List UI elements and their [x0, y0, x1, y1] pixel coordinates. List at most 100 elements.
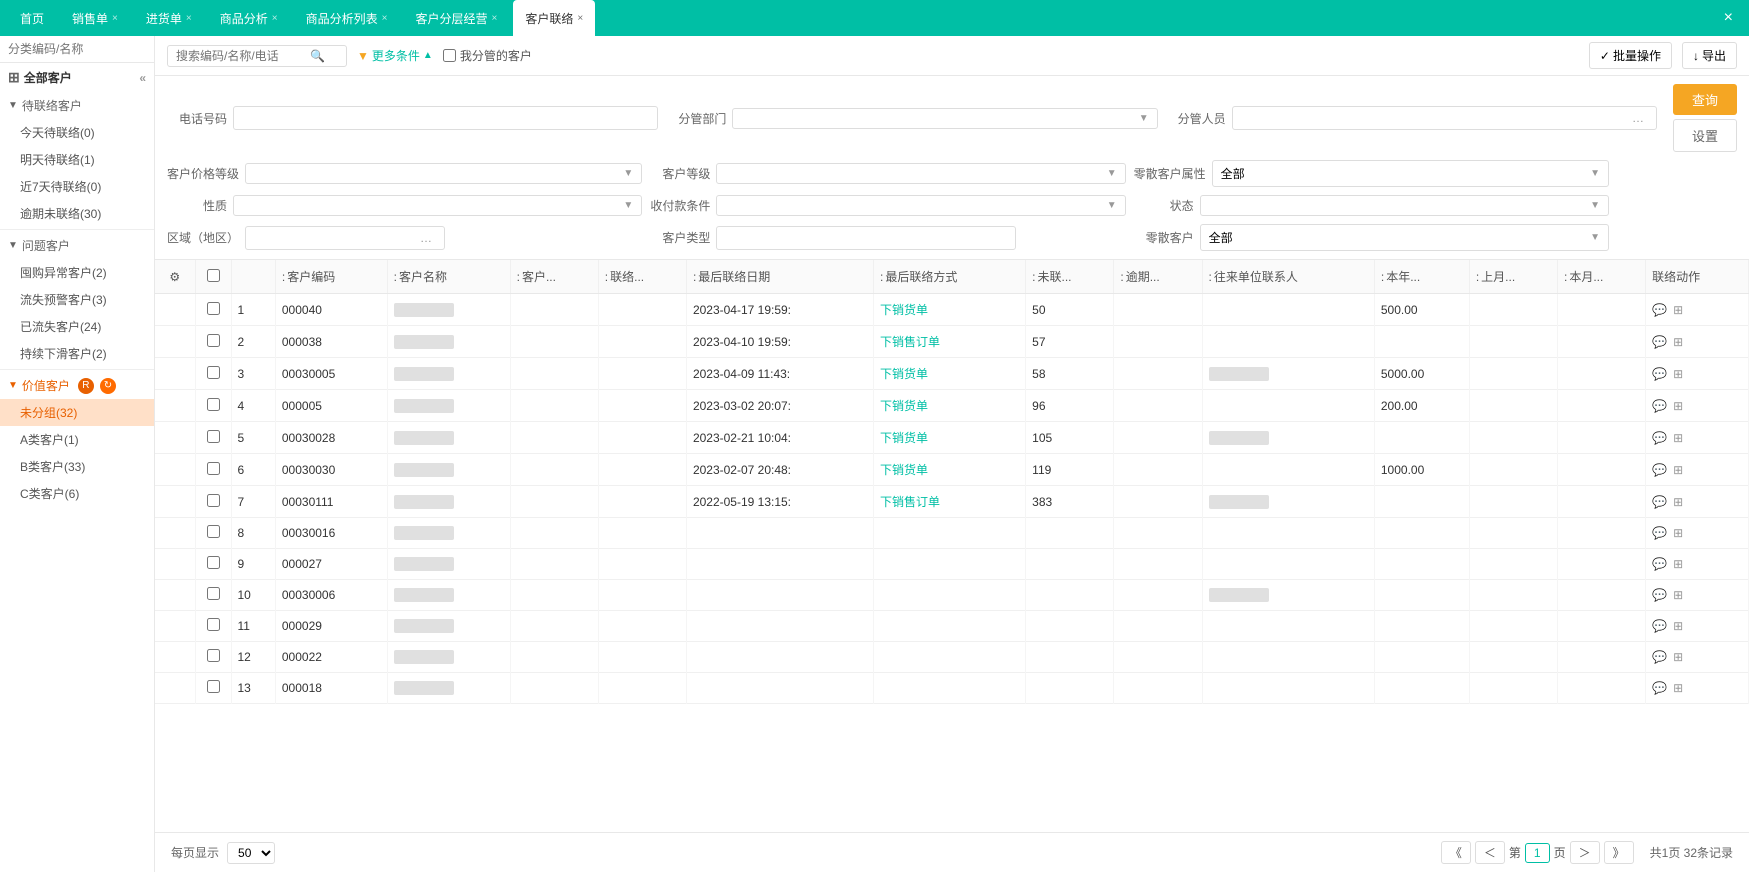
- sidebar-item-churn-warning[interactable]: 流失预警客户(3): [0, 286, 154, 313]
- sidebar-item-today[interactable]: 今天待联络(0): [0, 119, 154, 146]
- sidebar-group-value[interactable]: ▼ 价值客户 R ↻: [0, 372, 154, 399]
- chat-action-icon[interactable]: 💬: [1652, 303, 1667, 317]
- scattered-select[interactable]: 全部 ▼: [1200, 224, 1609, 251]
- filter-search-icon[interactable]: 🔍: [310, 49, 325, 63]
- col-last-contact-date[interactable]: :最后联络日期: [686, 260, 873, 294]
- sidebar-item-tomorrow[interactable]: 明天待联络(1): [0, 146, 154, 173]
- grid-action-icon[interactable]: ⊞: [1673, 335, 1683, 349]
- sidebar-item-overdue[interactable]: 逾期未联络(30): [0, 200, 154, 227]
- tab-customer-contact[interactable]: 客户联络 ×: [513, 0, 595, 36]
- more-filter-btn[interactable]: ▼ 更多条件 ▲: [357, 47, 433, 64]
- chat-action-icon[interactable]: 💬: [1652, 463, 1667, 477]
- col-contact[interactable]: :联络...: [598, 260, 686, 294]
- bulk-operation-button[interactable]: ✓ 批量操作: [1589, 42, 1672, 69]
- col-last-month[interactable]: :上月...: [1469, 260, 1557, 294]
- row-checkbox[interactable]: [207, 398, 220, 411]
- chat-action-icon[interactable]: 💬: [1652, 335, 1667, 349]
- col-settings[interactable]: ⚙: [155, 260, 195, 294]
- grid-action-icon[interactable]: ⊞: [1673, 588, 1683, 602]
- sidebar-item-7days[interactable]: 近7天待联络(0): [0, 173, 154, 200]
- window-close-button[interactable]: ×: [1716, 5, 1741, 31]
- next-page-btn[interactable]: ＞: [1570, 841, 1600, 864]
- grid-action-icon[interactable]: ⊞: [1673, 303, 1683, 317]
- chat-action-icon[interactable]: 💬: [1652, 399, 1667, 413]
- col-no-contact[interactable]: :未联...: [1026, 260, 1114, 294]
- first-page-btn[interactable]: 《: [1441, 841, 1471, 864]
- reset-button[interactable]: 设置: [1673, 119, 1737, 152]
- payment-select[interactable]: ▼: [716, 195, 1125, 216]
- col-overdue[interactable]: :逾期...: [1114, 260, 1202, 294]
- select-all-checkbox[interactable]: [207, 269, 220, 282]
- sidebar-item-class-b[interactable]: B类客户(33): [0, 453, 154, 480]
- sidebar-item-unassigned[interactable]: 未分组(32): [0, 399, 154, 426]
- grid-action-icon[interactable]: ⊞: [1673, 495, 1683, 509]
- col-name[interactable]: :客户名称: [387, 260, 510, 294]
- row-checkbox[interactable]: [207, 556, 220, 569]
- status-select[interactable]: ▼: [1200, 195, 1609, 216]
- sidebar-group-pending[interactable]: ▼ 待联络客户: [0, 92, 154, 119]
- col-code[interactable]: :客户编码: [275, 260, 387, 294]
- contact-method-link[interactable]: 下销货单: [880, 367, 928, 381]
- col-last-contact-method[interactable]: :最后联络方式: [874, 260, 1026, 294]
- customer-type-input[interactable]: [716, 226, 1016, 250]
- page-size-select[interactable]: 50: [227, 842, 275, 864]
- col-this-year[interactable]: :本年...: [1374, 260, 1469, 294]
- sidebar-item-abnormal[interactable]: 囤购异常客户(2): [0, 259, 154, 286]
- sidebar-item-class-a[interactable]: A类客户(1): [0, 426, 154, 453]
- row-checkbox[interactable]: [207, 587, 220, 600]
- row-checkbox[interactable]: [207, 302, 220, 315]
- contact-method-link[interactable]: 下销售订单: [880, 495, 940, 509]
- region-select[interactable]: …: [245, 226, 445, 250]
- grid-action-icon[interactable]: ⊞: [1673, 399, 1683, 413]
- row-checkbox[interactable]: [207, 366, 220, 379]
- all-customers-header[interactable]: ⊞ 全部客户 «: [0, 63, 154, 92]
- grid-action-icon[interactable]: ⊞: [1673, 463, 1683, 477]
- tab-goods-analysis[interactable]: 商品分析 ×: [208, 0, 290, 36]
- chat-action-icon[interactable]: 💬: [1652, 526, 1667, 540]
- filter-search-input[interactable]: [176, 49, 306, 63]
- sidebar-collapse-btn[interactable]: «: [139, 71, 146, 85]
- query-button[interactable]: 查询: [1673, 84, 1737, 115]
- region-dots[interactable]: …: [416, 231, 436, 245]
- last-page-btn[interactable]: 》: [1604, 841, 1634, 864]
- row-checkbox[interactable]: [207, 618, 220, 631]
- row-checkbox[interactable]: [207, 494, 220, 507]
- sidebar-item-churned[interactable]: 已流失客户(24): [0, 313, 154, 340]
- contact-method-link[interactable]: 下销货单: [880, 431, 928, 445]
- sidebar-group-problem[interactable]: ▼ 问题客户: [0, 232, 154, 259]
- sidebar-item-declining[interactable]: 持续下滑客户(2): [0, 340, 154, 367]
- col-this-month[interactable]: :本月...: [1558, 260, 1646, 294]
- row-checkbox[interactable]: [207, 525, 220, 538]
- close-sales-tab[interactable]: ×: [112, 13, 118, 24]
- price-level-select[interactable]: ▼: [245, 163, 642, 184]
- chat-action-icon[interactable]: 💬: [1652, 588, 1667, 602]
- close-goods-analysis-tab[interactable]: ×: [272, 13, 278, 24]
- scattered-attr-select[interactable]: 全部 ▼: [1212, 160, 1609, 187]
- row-checkbox[interactable]: [207, 430, 220, 443]
- tab-sales[interactable]: 销售单 ×: [60, 0, 130, 36]
- chat-action-icon[interactable]: 💬: [1652, 619, 1667, 633]
- contact-method-link[interactable]: 下销货单: [880, 303, 928, 317]
- tab-home[interactable]: 首页: [8, 0, 56, 36]
- grid-action-icon[interactable]: ⊞: [1673, 557, 1683, 571]
- chat-action-icon[interactable]: 💬: [1652, 495, 1667, 509]
- my-customers-checkbox[interactable]: [443, 49, 456, 62]
- nature-select[interactable]: ▼: [233, 195, 642, 216]
- close-customer-contact-tab[interactable]: ×: [577, 13, 583, 24]
- row-checkbox[interactable]: [207, 649, 220, 662]
- contact-method-link[interactable]: 下销货单: [880, 399, 928, 413]
- chat-action-icon[interactable]: 💬: [1652, 650, 1667, 664]
- prev-page-btn[interactable]: ＜: [1475, 841, 1505, 864]
- close-goods-list-tab[interactable]: ×: [382, 13, 388, 24]
- grid-action-icon[interactable]: ⊞: [1673, 526, 1683, 540]
- chat-action-icon[interactable]: 💬: [1652, 367, 1667, 381]
- contact-method-link[interactable]: 下销货单: [880, 463, 928, 477]
- tab-purchase[interactable]: 进货单 ×: [134, 0, 204, 36]
- tab-goods-analysis-list[interactable]: 商品分析列表 ×: [294, 0, 400, 36]
- row-checkbox[interactable]: [207, 680, 220, 693]
- col-type[interactable]: :客户...: [510, 260, 598, 294]
- grid-action-icon[interactable]: ⊞: [1673, 431, 1683, 445]
- row-checkbox[interactable]: [207, 462, 220, 475]
- row-checkbox[interactable]: [207, 334, 220, 347]
- grid-action-icon[interactable]: ⊞: [1673, 650, 1683, 664]
